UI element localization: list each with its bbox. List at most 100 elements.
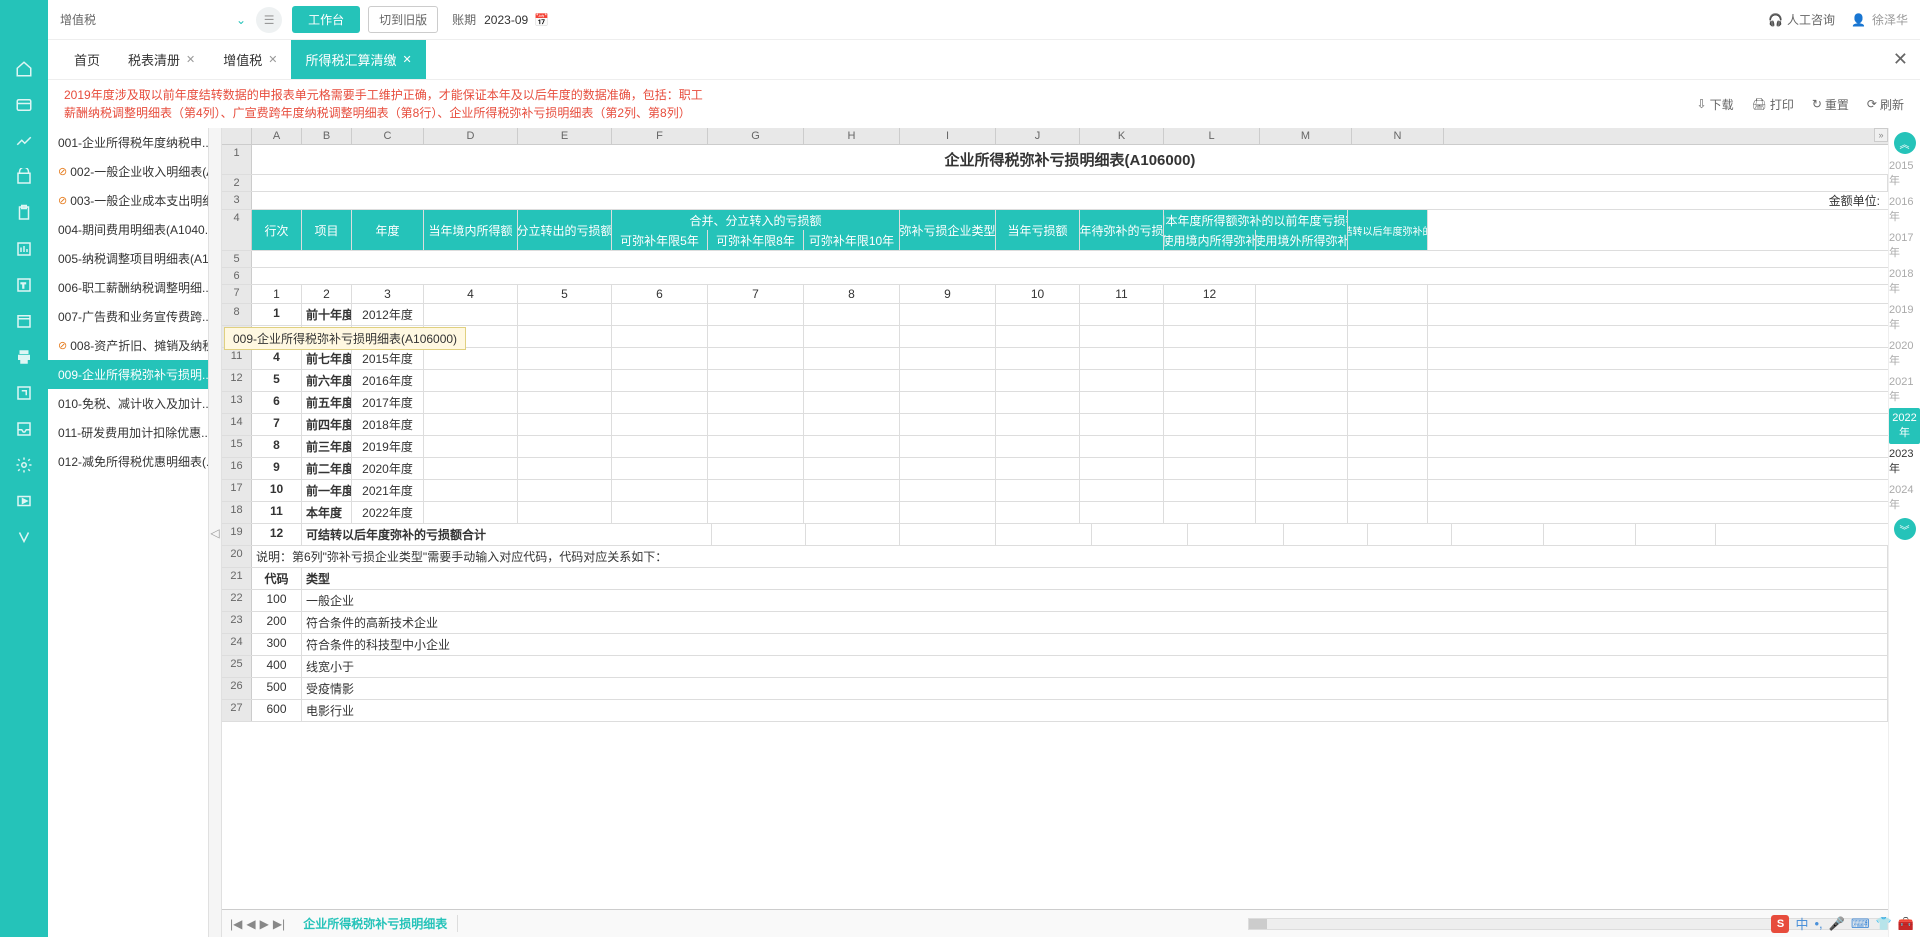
sheet-row: 125前六年度2016年度 — [222, 370, 1888, 392]
sheet-prev[interactable]: ◀ — [246, 917, 255, 931]
left-nav: T — [0, 0, 48, 937]
sheet-first[interactable]: |◀ — [230, 917, 242, 931]
form-list-item[interactable]: 012-减免所得税优惠明细表(... — [48, 447, 208, 476]
year-item[interactable]: 2017年 — [1889, 228, 1920, 264]
nav-chart-icon[interactable] — [0, 123, 48, 159]
switch-old-button[interactable]: 切到旧版 — [368, 6, 438, 33]
sheet-next[interactable]: ▶ — [260, 917, 269, 931]
form-list-item[interactable]: 011-研发费用加计扣除优惠... — [48, 418, 208, 447]
sheet-row: 1710前一年度2021年度 — [222, 480, 1888, 502]
user-menu[interactable]: 👤 徐泽华 — [1851, 11, 1908, 28]
ime-logo-icon[interactable]: S — [1771, 915, 1789, 933]
year-item[interactable]: 2022年 — [1889, 408, 1920, 444]
year-item[interactable]: 2024年 — [1889, 480, 1920, 516]
ime-keyboard-icon[interactable]: ⌨ — [1851, 916, 1870, 932]
sheet-row: 26500受疫情影 — [222, 678, 1888, 700]
form-list-item[interactable]: 007-广告费和业务宣传费跨... — [48, 302, 208, 331]
sheet-row: 81前十年度2012年度 — [222, 304, 1888, 326]
expand-handle[interactable]: » — [1874, 128, 1888, 142]
sheet-last[interactable]: ▶| — [273, 917, 285, 931]
ime-mic-icon[interactable]: 🎤 — [1829, 916, 1845, 932]
consult-link[interactable]: 🎧 人工咨询 — [1768, 11, 1835, 28]
ime-skin-icon[interactable]: 👕 — [1876, 916, 1892, 932]
topbar: 增值税 ⌄ ☰ 工作台 切到旧版 账期 2023-09 📅 🎧 人工咨询 👤 徐… — [48, 0, 1920, 40]
year-item[interactable]: 2015年 — [1889, 156, 1920, 192]
print-button[interactable]: 🖨 打印 — [1752, 96, 1794, 113]
company-name: 增值税 — [60, 11, 96, 28]
workbench-button[interactable]: 工作台 — [292, 6, 360, 33]
warning-icon: ⊘ — [58, 165, 67, 178]
form-list-item[interactable]: 006-职工薪酬纳税调整明细... — [48, 273, 208, 302]
column-headers: A B C D E F G H I J K L M N — [222, 128, 1888, 145]
refresh-button[interactable]: ⟳ 刷新 — [1867, 96, 1904, 113]
headset-icon: 🎧 — [1768, 13, 1783, 27]
sheet-row: 147前四年度2018年度 — [222, 414, 1888, 436]
nav-home-icon[interactable] — [0, 51, 48, 87]
nav-bag-icon[interactable] — [0, 159, 48, 195]
sheet-row: 2 — [222, 175, 1888, 192]
close-icon[interactable]: ✕ — [403, 53, 412, 66]
year-scroll-down[interactable]: ︾ — [1894, 518, 1916, 540]
sheet-row: 23200符合条件的高新技术企业 — [222, 612, 1888, 634]
calendar-icon[interactable]: 📅 — [534, 13, 549, 27]
svg-text:T: T — [21, 281, 26, 290]
sheet-row: 158前三年度2019年度 — [222, 436, 1888, 458]
close-icon[interactable]: ✕ — [268, 53, 277, 66]
tab[interactable]: 税表清册✕ — [114, 40, 209, 79]
year-scroll-up[interactable]: ︽ — [1894, 132, 1916, 154]
year-item[interactable]: 2023年 — [1889, 444, 1920, 480]
form-list-item[interactable]: 004-期间费用明细表(A1040... — [48, 215, 208, 244]
list-button[interactable]: ☰ — [256, 7, 282, 33]
sheet-title: 企业所得税弥补亏损明细表(A106000) — [252, 145, 1888, 174]
unit-label: 金额单位: — [252, 192, 1888, 209]
sheet-tab[interactable]: 企业所得税弥补亏损明细表 — [293, 915, 458, 932]
nav-calendar-icon[interactable] — [0, 303, 48, 339]
period-label: 账期 — [452, 11, 476, 28]
form-list-item[interactable]: 010-免税、减计收入及加计... — [48, 389, 208, 418]
company-dropdown[interactable]: 增值税 ⌄ — [60, 11, 246, 28]
ime-punct-icon[interactable]: •, — [1815, 916, 1823, 931]
nav-text-icon[interactable]: T — [0, 267, 48, 303]
close-icon[interactable]: ✕ — [186, 53, 195, 66]
form-list-item[interactable]: ⊘002-一般企业收入明细表(A... — [48, 157, 208, 186]
period-value[interactable]: 2023-09 — [484, 13, 528, 27]
sheet-row: 20说明：第6列"弥补亏损企业类型"需要手动输入对应代码，代码对应关系如下： — [222, 546, 1888, 568]
nav-report-icon[interactable] — [0, 231, 48, 267]
nav-v-icon[interactable] — [0, 519, 48, 555]
form-list: 001-企业所得税年度纳税申...⊘002-一般企业收入明细表(A...⊘003… — [48, 128, 208, 937]
close-all-tabs[interactable]: ✕ — [1893, 49, 1908, 70]
nav-gear-icon[interactable] — [0, 447, 48, 483]
warning-icon: ⊘ — [58, 194, 67, 207]
sheet-row: 7123456789101112 — [222, 285, 1888, 304]
nav-card-icon[interactable] — [0, 87, 48, 123]
form-list-item[interactable]: ⊘003-一般企业成本支出明细... — [48, 186, 208, 215]
spreadsheet: 009-企业所得税弥补亏损明细表(A106000) » A B C D E F … — [222, 128, 1888, 937]
sheet-row: 25400线宽小于 — [222, 656, 1888, 678]
form-list-item[interactable]: 005-纳税调整项目明细表(A1... — [48, 244, 208, 273]
year-item[interactable]: 2021年 — [1889, 372, 1920, 408]
ime-mode[interactable]: 中 — [1795, 914, 1808, 933]
nav-transfer-icon[interactable] — [0, 375, 48, 411]
collapse-sidebar[interactable]: ◁ — [208, 128, 222, 937]
tab[interactable]: 首页 — [60, 40, 114, 79]
tab[interactable]: 所得税汇算清缴✕ — [291, 40, 425, 79]
tab[interactable]: 增值税✕ — [209, 40, 291, 79]
form-list-item[interactable]: 001-企业所得税年度纳税申... — [48, 128, 208, 157]
year-item[interactable]: 2019年 — [1889, 300, 1920, 336]
ime-toolbox-icon[interactable]: 🧰 — [1898, 916, 1914, 932]
year-item[interactable]: 2016年 — [1889, 192, 1920, 228]
download-button[interactable]: ⇩ 下载 — [1697, 96, 1734, 113]
sheet-row: 22100一般企业 — [222, 590, 1888, 612]
year-item[interactable]: 2018年 — [1889, 264, 1920, 300]
sheet-row: 136前五年度2017年度 — [222, 392, 1888, 414]
form-list-item[interactable]: ⊘008-资产折旧、摊销及纳税... — [48, 331, 208, 360]
form-list-item[interactable]: 009-企业所得税弥补亏损明... — [48, 360, 208, 389]
sheet-row: 1企业所得税弥补亏损明细表(A106000) — [222, 145, 1888, 175]
nav-video-icon[interactable] — [0, 483, 48, 519]
nav-clipboard-icon[interactable] — [0, 195, 48, 231]
form-tooltip: 009-企业所得税弥补亏损明细表(A106000) — [224, 327, 466, 350]
nav-print-icon[interactable] — [0, 339, 48, 375]
nav-inbox-icon[interactable] — [0, 411, 48, 447]
reset-button[interactable]: ↻ 重置 — [1812, 96, 1849, 113]
year-item[interactable]: 2020年 — [1889, 336, 1920, 372]
